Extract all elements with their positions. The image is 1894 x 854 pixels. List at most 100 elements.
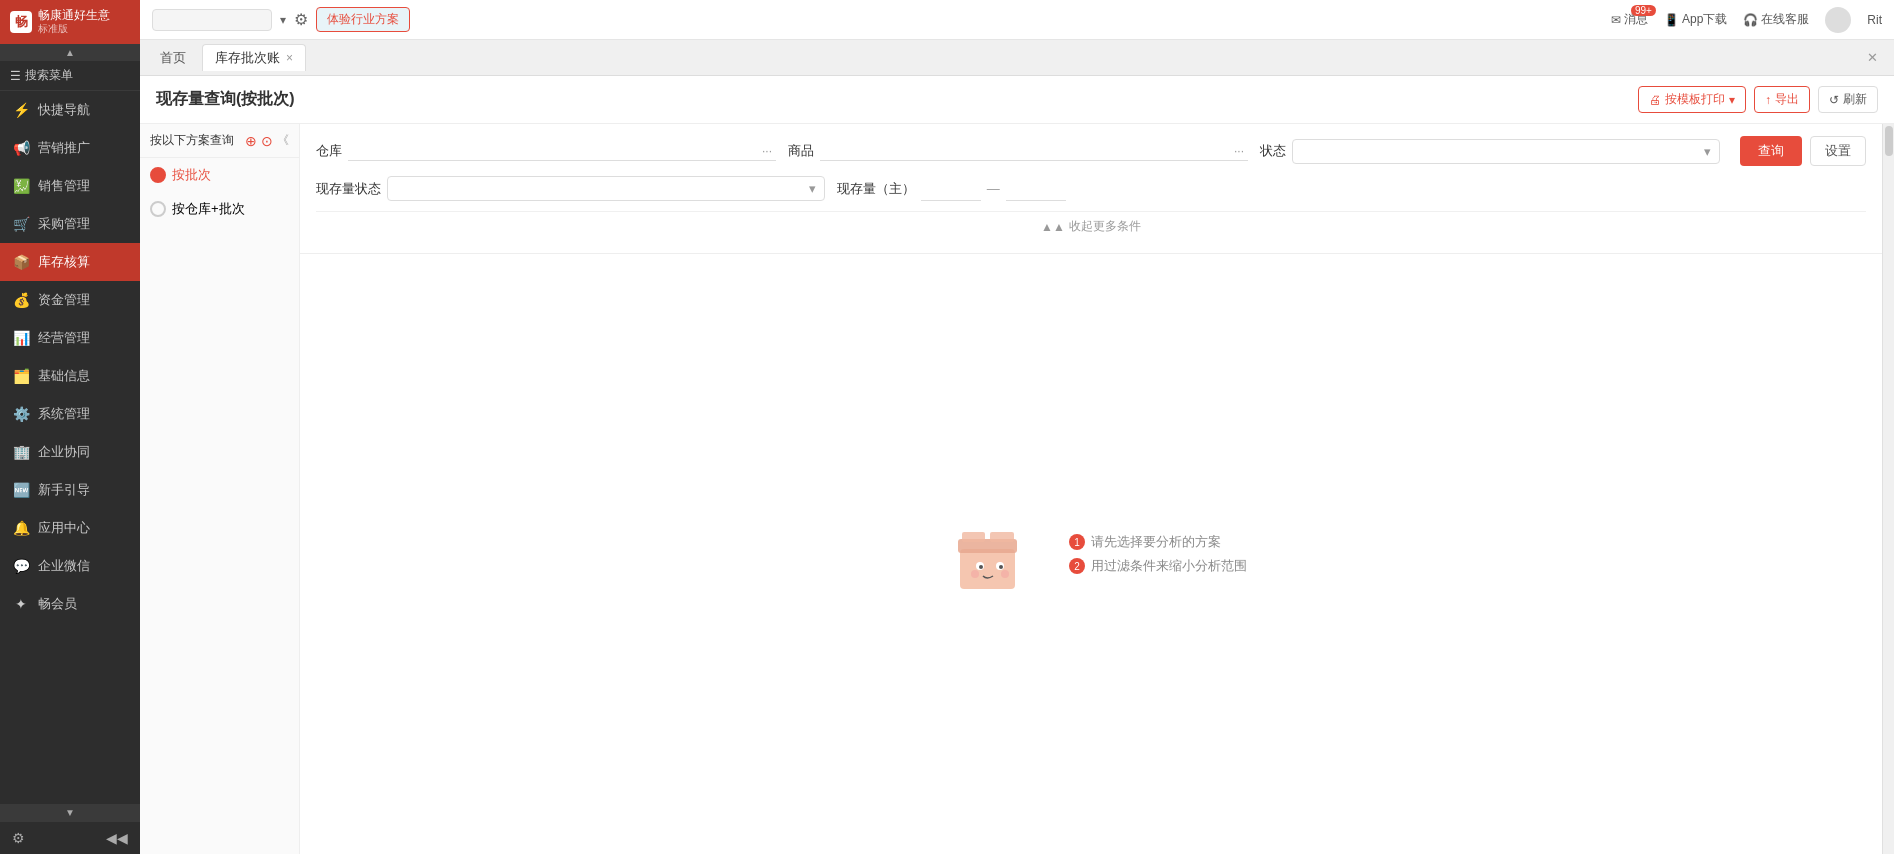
enterprise-icon: 🏢 <box>12 443 30 461</box>
export-button[interactable]: ↑ 导出 <box>1754 86 1810 113</box>
template-dropdown-icon[interactable]: ▾ <box>1729 93 1735 107</box>
svg-point-7 <box>999 565 1003 569</box>
topbar-settings-icon[interactable]: ⚙ <box>294 10 308 29</box>
scheme-item-batch[interactable]: 按批次 <box>140 158 299 192</box>
tip-text-2: 用过滤条件来缩小分析范围 <box>1091 557 1247 575</box>
vip-icon: ✦ <box>12 595 30 613</box>
add-scheme-icon[interactable]: ⊕ <box>245 133 257 149</box>
search-label: 搜索菜单 <box>25 67 73 84</box>
search-icon: ☰ <box>10 69 21 83</box>
template-print-button[interactable]: 🖨 按模板打印 ▾ <box>1638 86 1746 113</box>
nav-item-finance[interactable]: 💰 资金管理 <box>0 281 140 319</box>
service-button[interactable]: 🎧 在线客服 <box>1743 11 1809 28</box>
username-label[interactable]: Rit <box>1867 13 1882 27</box>
user-avatar[interactable] <box>1825 7 1851 33</box>
nav-item-label: 基础信息 <box>38 367 90 385</box>
right-scrollbar[interactable] <box>1882 124 1894 854</box>
query-button[interactable]: 查询 <box>1740 136 1802 166</box>
nav-item-basic[interactable]: 🗂️ 基础信息 <box>0 357 140 395</box>
collapse-more-button[interactable]: ▲▲ 收起更多条件 <box>316 211 1866 241</box>
basic-icon: 🗂️ <box>12 367 30 385</box>
nav-item-marketing[interactable]: 📢 营销推广 <box>0 129 140 167</box>
app-download-button[interactable]: 📱 App下载 <box>1664 11 1727 28</box>
inventory-icon: 📦 <box>12 253 30 271</box>
appcenter-icon: 🔔 <box>12 519 30 537</box>
sidebar-search[interactable]: ☰ 搜索菜单 <box>0 61 140 91</box>
scheme-radio-inactive <box>150 201 166 217</box>
sidebar-scroll-up[interactable]: ▲ <box>0 44 140 61</box>
warehouse-more-icon[interactable]: ··· <box>762 144 772 158</box>
topbar-search-input[interactable] <box>152 9 272 31</box>
tab-panel-close-icon[interactable]: ✕ <box>1859 50 1886 65</box>
stock-qty-max-input[interactable] <box>1006 177 1066 201</box>
product-input-box: ··· <box>820 141 1248 161</box>
nav-item-enterprise[interactable]: 🏢 企业协同 <box>0 433 140 471</box>
scheme-panel-icons: ⊕ ⊙ 《 <box>245 132 289 149</box>
tab-close-icon[interactable]: × <box>286 51 293 65</box>
empty-box-svg <box>940 504 1040 604</box>
app-name: 畅康通好生意 <box>38 8 110 22</box>
svg-rect-2 <box>962 532 985 542</box>
sidebar: 畅 畅康通好生意 标准版 ▲ ☰ 搜索菜单 ⚡ 快捷导航 📢 营销推广 💹 销售… <box>0 0 140 854</box>
filter-result-panel: 仓库 ··· 商品 ··· <box>300 124 1882 854</box>
nav-item-operation[interactable]: 📊 经营管理 <box>0 319 140 357</box>
product-input[interactable] <box>824 143 1230 158</box>
stock-qty-min-input[interactable] <box>921 177 981 201</box>
message-button[interactable]: ✉ 消息 99+ <box>1611 11 1648 28</box>
svg-point-6 <box>979 565 983 569</box>
settings-icon[interactable]: ⚙ <box>12 830 25 846</box>
main-area: ▾ ⚙ 体验行业方案 ✉ 消息 99+ 📱 App下载 🎧 在线客服 Rit 首… <box>140 0 1894 854</box>
nav-item-label: 企业协同 <box>38 443 90 461</box>
nav-item-quicknav[interactable]: ⚡ 快捷导航 <box>0 91 140 129</box>
settings-scheme-icon[interactable]: ⊙ <box>261 133 273 149</box>
scheme-item-warehouse-batch[interactable]: 按仓库+批次 <box>140 192 299 226</box>
finance-icon: 💰 <box>12 291 30 309</box>
tip-text-1: 请先选择要分析的方案 <box>1091 533 1221 551</box>
nav-item-label: 营销推广 <box>38 139 90 157</box>
stock-status-select[interactable]: ▾ <box>387 176 825 201</box>
nav-item-inventory[interactable]: 📦 库存核算 <box>0 243 140 281</box>
nav-item-vip[interactable]: ✦ 畅会员 <box>0 585 140 623</box>
app-icon: 📱 <box>1664 13 1679 27</box>
refresh-button[interactable]: ↺ 刷新 <box>1818 86 1878 113</box>
warehouse-input-box: ··· <box>348 141 776 161</box>
nav-item-wechat[interactable]: 💬 企业微信 <box>0 547 140 585</box>
tab-inventory-batch[interactable]: 库存批次账 × <box>202 44 306 71</box>
content-area: 现存量查询(按批次) 🖨 按模板打印 ▾ ↑ 导出 ↺ 刷新 <box>140 76 1894 854</box>
nav-item-label: 系统管理 <box>38 405 90 423</box>
page-title: 现存量查询(按批次) <box>156 89 295 110</box>
product-more-icon[interactable]: ··· <box>1234 144 1244 158</box>
nav-item-system[interactable]: ⚙️ 系统管理 <box>0 395 140 433</box>
nav-item-label: 资金管理 <box>38 291 90 309</box>
svg-rect-3 <box>990 532 1014 542</box>
sidebar-scroll-down[interactable]: ▼ <box>0 804 140 821</box>
nav-item-sales[interactable]: 💹 销售管理 <box>0 167 140 205</box>
topbar-dropdown-icon[interactable]: ▾ <box>280 13 286 27</box>
scrollbar-thumb[interactable] <box>1885 126 1893 156</box>
message-badge: 99+ <box>1631 5 1656 16</box>
warehouse-input[interactable] <box>352 143 758 158</box>
nav-item-label: 销售管理 <box>38 177 90 195</box>
marketing-icon: 📢 <box>12 139 30 157</box>
purchase-icon: 🛒 <box>12 215 30 233</box>
status-select[interactable]: ▾ <box>1292 139 1720 164</box>
svg-point-9 <box>1001 570 1009 578</box>
experience-button[interactable]: 体验行业方案 <box>316 7 410 32</box>
filter-row-1: 仓库 ··· 商品 ··· <box>316 136 1866 166</box>
tab-home[interactable]: 首页 <box>148 45 198 71</box>
status-label: 状态 <box>1260 142 1286 160</box>
scheme-item-label: 按仓库+批次 <box>172 200 245 218</box>
sidebar-footer: ⚙ ◀◀ <box>0 821 140 854</box>
sales-icon: 💹 <box>12 177 30 195</box>
collapse-sidebar-icon[interactable]: ◀◀ <box>106 830 128 846</box>
range-dash: — <box>987 181 1000 196</box>
status-dropdown-icon: ▾ <box>1704 144 1711 159</box>
nav-item-appcenter[interactable]: 🔔 应用中心 <box>0 509 140 547</box>
collapse-panel-icon[interactable]: 《 <box>277 132 289 149</box>
filter-status: 状态 ▾ <box>1260 139 1720 164</box>
empty-tip-2: 2 用过滤条件来缩小分析范围 <box>1069 557 1247 575</box>
nav-item-guide[interactable]: 🆕 新手引导 <box>0 471 140 509</box>
nav-item-purchase[interactable]: 🛒 采购管理 <box>0 205 140 243</box>
system-icon: ⚙️ <box>12 405 30 423</box>
setting-button[interactable]: 设置 <box>1810 136 1866 166</box>
